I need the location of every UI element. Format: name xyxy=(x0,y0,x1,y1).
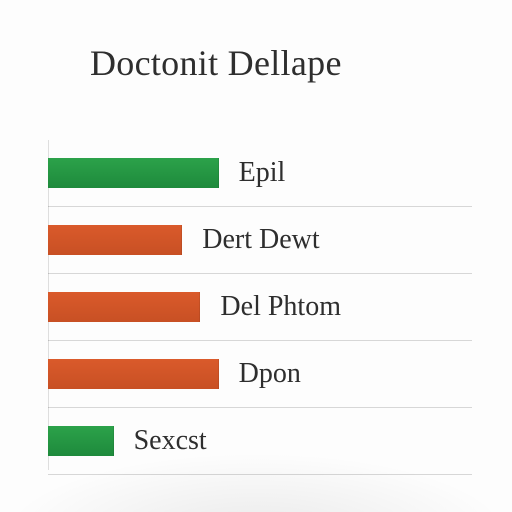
category-label: Dert Dewt xyxy=(202,224,319,256)
chart-row: Epil xyxy=(48,140,472,206)
chart-row: Dpon xyxy=(48,340,472,407)
bar-segment xyxy=(48,292,200,322)
chart-row: Sexcst xyxy=(48,407,472,474)
category-label: Dpon xyxy=(239,358,301,390)
bar-chart: Epil Dert Dewt Del Phtom Dpon Sexcst xyxy=(48,140,472,470)
bar-segment xyxy=(48,359,219,389)
bar-segment xyxy=(48,225,182,255)
chart-baseline xyxy=(48,474,472,475)
chart-title: Doctonit Dellape xyxy=(90,42,342,84)
bar-segment xyxy=(48,158,219,188)
chart-row: Dert Dewt xyxy=(48,206,472,273)
bar-segment xyxy=(48,426,114,456)
category-label: Sexcst xyxy=(134,425,207,457)
category-label: Del Phtom xyxy=(220,291,341,323)
category-label: Epil xyxy=(239,157,286,189)
chart-row: Del Phtom xyxy=(48,273,472,340)
